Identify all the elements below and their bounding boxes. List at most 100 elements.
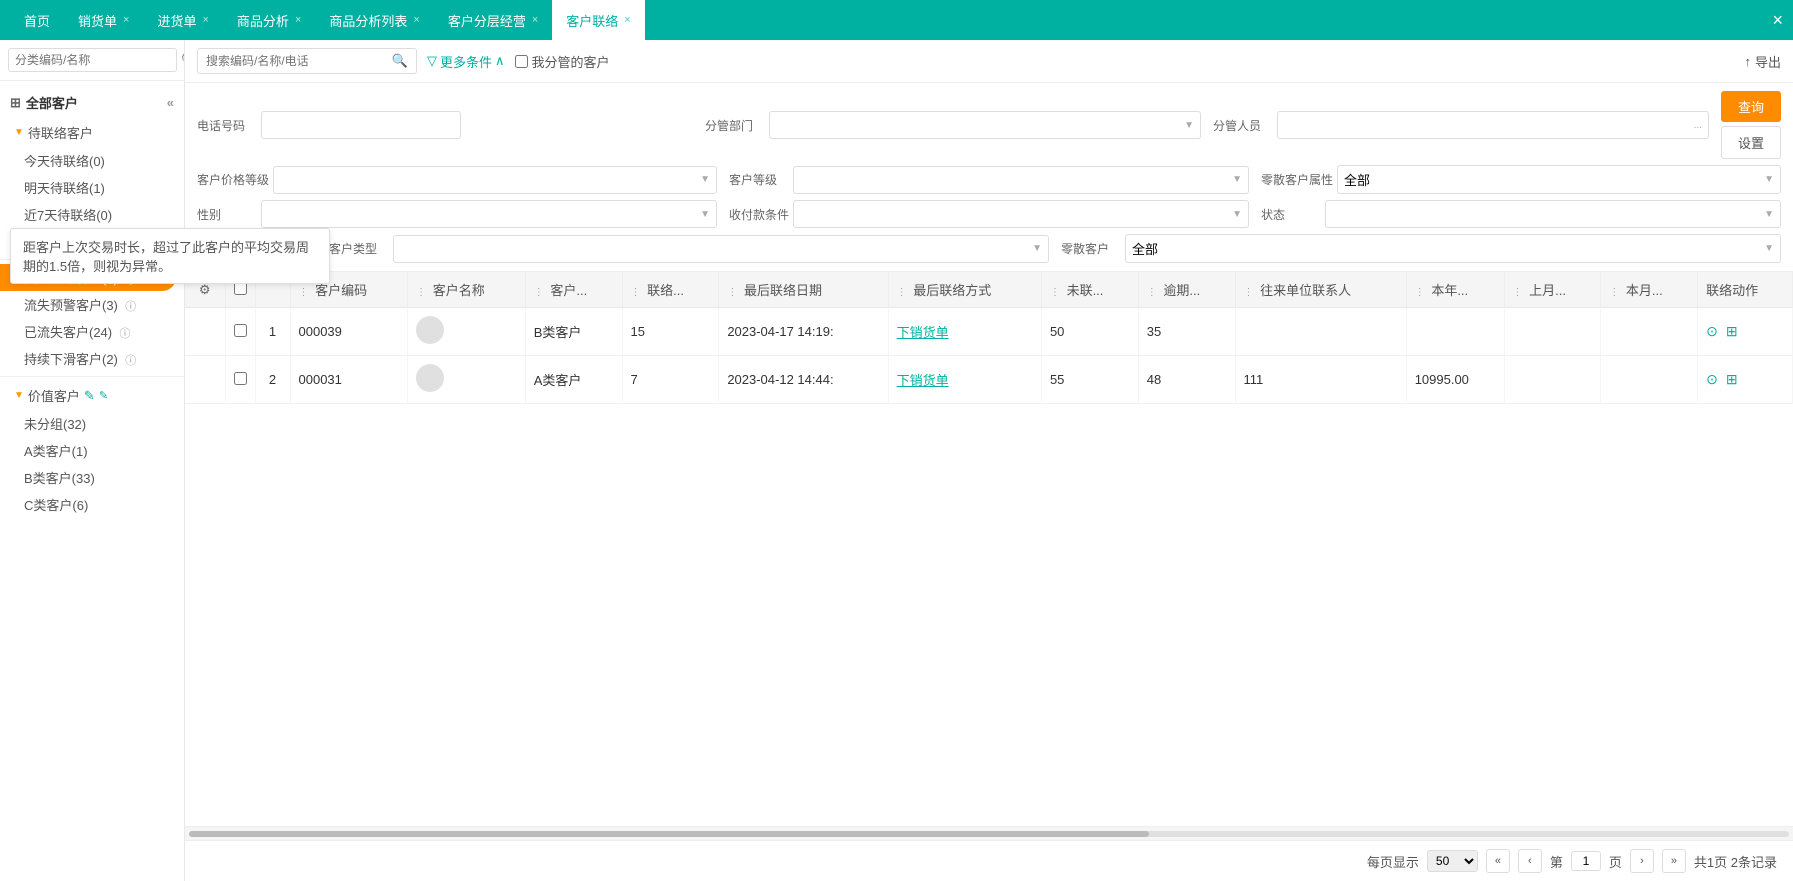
phone-field: 电话号码 [197,111,693,139]
sidebar-content: ⊞ 全部客户 « ▼ 待联络客户 今天待联络(0) 明天待联络(1) 近7天待联… [0,81,184,881]
sidebar-item-c-class[interactable]: C类客户(6) [0,491,184,518]
nav-sales[interactable]: 销货单 × [64,0,143,40]
avatar [416,316,444,344]
row-num-cell: 1 [255,308,290,356]
row-action-cell: ⊙ ⊞ [1698,308,1793,356]
nav-purchase[interactable]: 进货单 × [143,0,222,40]
row-contact-person-cell [1235,308,1406,356]
close-product-analysis-tab[interactable]: × [295,14,301,26]
page-input[interactable] [1571,851,1601,871]
contact-icon[interactable]: ⊙ [1706,323,1718,340]
close-purchase-tab[interactable]: × [202,14,208,26]
sidebar-value-section[interactable]: ▼ 价值客户 ✎ ✎ [0,381,184,410]
sidebar-item-b-class[interactable]: B类客户(33) [0,464,184,491]
info-icon-2: ⓘ [125,301,136,313]
sidebar-item-today[interactable]: 今天待联络(0) [0,147,184,174]
sidebar-search-input[interactable] [8,48,177,72]
row-type-cell: B类客户 [525,308,622,356]
last-method-link[interactable]: 下销货单 [897,373,949,388]
export-button[interactable]: ↑ 导出 [1744,52,1781,71]
last-method-link[interactable]: 下销货单 [897,325,949,340]
sidebar-item-7days[interactable]: 近7天待联络(0) [0,201,184,228]
sidebar-item-a-class[interactable]: A类客户(1) [0,437,184,464]
filter-icon: ▽ [427,53,437,69]
row-last-method-cell[interactable]: 下销货单 [888,356,1041,404]
chevron-icon: ∧ [495,53,505,69]
col-contact-person: ⋮ 往来单位联系人 [1235,272,1406,308]
row-last-date-cell: 2023-04-17 14:19: [719,308,888,356]
status-select[interactable]: ▼ [1325,200,1781,228]
nav-home[interactable]: 首页 [10,0,64,40]
sidebar-item-declining[interactable]: 持续下滑客户(2) ⓘ [0,345,184,372]
gender-arrow: ▼ [700,209,710,220]
next-page-button[interactable]: › [1630,849,1654,873]
col-last-method: ⋮ 最后联络方式 [888,272,1041,308]
dept-select[interactable]: ▼ [769,111,1201,139]
contact-icon[interactable]: ⊙ [1706,371,1718,388]
row-contact-person-cell: 111 [1235,356,1406,404]
horizontal-scrollbar[interactable] [185,826,1793,840]
per-page-label: 每页显示 [1367,852,1419,871]
row-settings-cell [185,308,225,356]
manager-label: 分管人员 [1213,117,1273,134]
close-customer-contact-tab[interactable]: × [624,14,630,26]
close-product-list-tab[interactable]: × [413,14,419,26]
row-this-year-cell: 10995.00 [1406,356,1504,404]
row-last-method-cell[interactable]: 下销货单 [888,308,1041,356]
manager-field: 分管人员 ... [1213,111,1709,139]
retail-customer-select[interactable]: 全部 ▼ [1125,234,1781,263]
nav-product-list[interactable]: 商品分析列表 × [315,0,433,40]
payment-select[interactable]: ▼ [793,200,1249,228]
dept-arrow-icon: ▼ [1184,120,1194,131]
sidebar-all-customers[interactable]: ⊞ 全部客户 « [0,87,184,118]
edit-icon[interactable]: ✎ [84,388,95,404]
retail-attr-select[interactable]: 全部 ▼ [1337,165,1781,194]
more-action-icon[interactable]: ⊞ [1726,371,1738,388]
triangle-icon: ▼ [14,127,24,138]
info-icon-4: ⓘ [125,355,136,367]
last-page-button[interactable]: » [1662,849,1686,873]
per-page-select[interactable]: 50 20 100 [1427,850,1478,872]
window-close-icon[interactable]: × [1772,10,1783,31]
gender-select[interactable]: ▼ [261,200,717,228]
more-conditions-button[interactable]: ▽ 更多条件 ∧ [427,52,505,71]
sidebar-section-pending[interactable]: ▼ 待联络客户 [0,118,184,147]
close-customer-seg-tab[interactable]: × [532,14,538,26]
nav-customer-contact[interactable]: 客户联络 × [552,0,644,40]
sidebar-item-loss-warning[interactable]: 流失预警客户(3) ⓘ [0,291,184,318]
query-button[interactable]: 查询 [1721,91,1781,122]
edit-icon-2[interactable]: ✎ [99,389,108,402]
settings-button[interactable]: 设置 [1721,126,1781,159]
sidebar-item-ungroup[interactable]: 未分组(32) [0,410,184,437]
scroll-thumb[interactable] [189,831,1149,837]
phone-label: 电话号码 [197,117,257,134]
page-label: 第 [1550,852,1563,871]
sidebar-item-tomorrow[interactable]: 明天待联络(1) [0,174,184,201]
nav-product-analysis[interactable]: 商品分析 × [223,0,315,40]
col-this-month: ⋮ 本月... [1601,272,1698,308]
collapse-icon[interactable]: « [167,95,174,110]
row-checkbox-cell[interactable] [225,356,255,404]
manager-select[interactable]: ... [1277,111,1709,139]
page-end-label: 页 [1609,852,1622,871]
customer-search-input[interactable] [206,54,388,68]
row-settings-cell [185,356,225,404]
col-name: ⋮ 客户名称 [408,272,526,308]
more-action-icon[interactable]: ⊞ [1726,323,1738,340]
first-page-button[interactable]: « [1486,849,1510,873]
search-icon[interactable]: 🔍 [392,53,408,69]
customer-level-arrow: ▼ [1232,174,1242,185]
prev-page-button[interactable]: ‹ [1518,849,1542,873]
customer-level-field: 客户等级 ▼ [729,166,1249,194]
customer-type-select[interactable]: ▼ [393,235,1049,263]
my-customers-checkbox[interactable] [515,55,528,68]
payment-field: 收付款条件 ▼ [729,200,1249,228]
phone-input[interactable] [261,111,461,139]
customer-level-select[interactable]: ▼ [793,166,1249,194]
close-sales-tab[interactable]: × [123,14,129,26]
tooltip-box: 距客户上次交易时长，超过了此客户的平均交易周期的1.5倍，则视为异常。 [10,228,185,284]
nav-customer-segmentation[interactable]: 客户分层经营 × [434,0,552,40]
row-checkbox-cell[interactable] [225,308,255,356]
sidebar-item-lost[interactable]: 已流失客户(24) ⓘ [0,318,184,345]
price-level-select[interactable]: ▼ [273,166,717,194]
